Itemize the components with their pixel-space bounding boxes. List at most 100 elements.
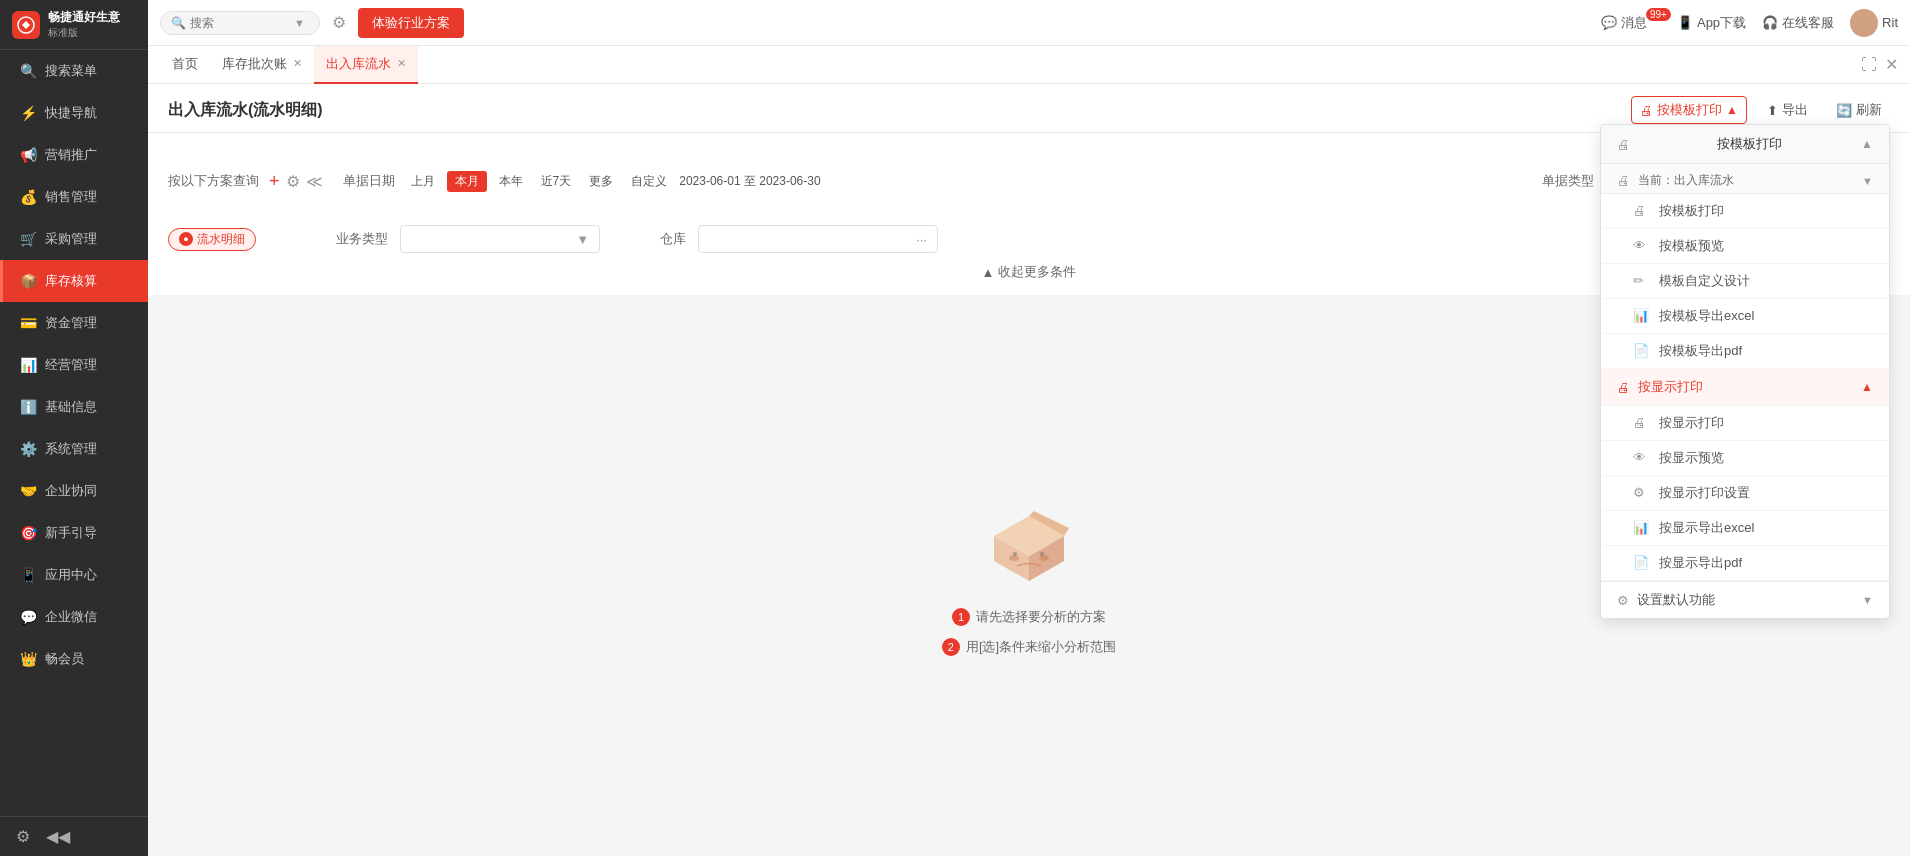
tab-inventory-batch[interactable]: 库存批次账 ✕ xyxy=(210,46,314,84)
svg-point-7 xyxy=(1013,552,1017,556)
refresh-button[interactable]: 🔄 刷新 xyxy=(1828,97,1890,123)
date-chip-7days[interactable]: 近7天 xyxy=(535,171,578,192)
app-download-button[interactable]: 📱 App下载 xyxy=(1677,14,1746,32)
dropdown-header: 🖨 按模板打印 ▲ xyxy=(1601,125,1889,164)
dropdown-template-custom[interactable]: ✏ 模板自定义设计 xyxy=(1601,264,1889,299)
template-excel-icon: 📊 xyxy=(1633,308,1649,324)
template-print-icon: 🖨 xyxy=(1633,203,1649,219)
add-filter-button[interactable]: + xyxy=(269,171,280,192)
warehouse-group: 仓库 ··· xyxy=(660,225,938,253)
sidebar-item-operations[interactable]: 📊 经营管理 xyxy=(0,344,148,386)
dropdown-template-export-excel[interactable]: 📊 按模板导出excel xyxy=(1601,299,1889,334)
page-title: 出入库流水(流水明细) xyxy=(168,100,323,121)
template-custom-icon: ✏ xyxy=(1633,273,1649,289)
message-icon: 💬 xyxy=(1601,15,1617,30)
page-actions: 🖨 按模板打印 ▲ ⬆ 导出 🔄 刷新 xyxy=(1631,96,1890,124)
tabs-bar: 首页 库存批次账 ✕ 出入库流水 ✕ ⛶ ✕ xyxy=(148,46,1910,84)
date-chip-this-year[interactable]: 本年 xyxy=(493,171,529,192)
collapse-sidebar-icon[interactable]: ◀◀ xyxy=(46,827,70,846)
warehouse-label: 仓库 xyxy=(660,230,686,248)
filter-collapse-icon[interactable]: ≪ xyxy=(306,172,323,191)
tab-home[interactable]: 首页 xyxy=(160,46,210,84)
tab-in-out-flow[interactable]: 出入库流水 ✕ xyxy=(314,46,418,84)
topbar-search-box[interactable]: 🔍 ▼ xyxy=(160,11,320,35)
svg-point-5 xyxy=(1009,555,1019,561)
sidebar-logo: 畅捷通好生意 标准版 xyxy=(0,0,148,50)
sidebar-item-purchase[interactable]: 🛒 采购管理 xyxy=(0,218,148,260)
maximize-icon[interactable]: ⛶ xyxy=(1861,56,1877,74)
sidebar-item-sales[interactable]: 💰 销售管理 xyxy=(0,176,148,218)
tab-inventory-batch-close-icon[interactable]: ✕ xyxy=(293,57,302,70)
warehouse-more-icon: ··· xyxy=(916,232,927,247)
display-section-chevron-icon: ▲ xyxy=(1861,380,1873,394)
tab-in-out-flow-close-icon[interactable]: ✕ xyxy=(397,57,406,70)
collapse-up-icon: ▲ xyxy=(982,265,995,280)
current-template-arrow: ▼ xyxy=(1862,175,1873,187)
dropdown-display-export-excel[interactable]: 📊 按显示导出excel xyxy=(1601,511,1889,546)
date-label: 单据日期 xyxy=(343,172,395,190)
sidebar-nav: 🔍 搜索菜单 ⚡ 快捷导航 📢 营销推广 💰 销售管理 🛒 采购管理 📦 库存核… xyxy=(0,50,148,816)
date-chip-more[interactable]: 更多 xyxy=(583,171,619,192)
svg-point-6 xyxy=(1039,555,1049,561)
business-type-chevron-icon: ▼ xyxy=(576,232,589,247)
sidebar-item-basic[interactable]: ℹ️ 基础信息 xyxy=(0,386,148,428)
dropdown-display-preview[interactable]: 👁 按显示预览 xyxy=(1601,441,1889,476)
filter-settings-icon[interactable]: ⚙ xyxy=(286,172,300,191)
topbar-gear-icon[interactable]: ⚙ xyxy=(332,13,346,32)
sidebar-bottom: ⚙ ◀◀ xyxy=(0,816,148,856)
sidebar-item-system[interactable]: ⚙️ 系统管理 xyxy=(0,428,148,470)
sidebar-item-wechat[interactable]: 💬 企业微信 xyxy=(0,596,148,638)
finance-icon: 💳 xyxy=(19,314,37,332)
tab-window-close-icon[interactable]: ✕ xyxy=(1885,55,1898,74)
headset-icon: 🎧 xyxy=(1762,15,1778,30)
current-template-label: 当前：出入库流水 xyxy=(1638,172,1734,189)
warehouse-select[interactable]: ··· xyxy=(698,225,938,253)
sidebar-item-marketing[interactable]: 📢 营销推广 xyxy=(0,134,148,176)
dropdown-display-export-pdf[interactable]: 📄 按显示导出pdf xyxy=(1601,546,1889,581)
sidebar-item-collab[interactable]: 🤝 企业协同 xyxy=(0,470,148,512)
collapse-more-button[interactable]: ▲ 收起更多条件 xyxy=(982,263,1077,281)
footer-arrow-icon: ▼ xyxy=(1862,594,1873,606)
export-button[interactable]: ⬆ 导出 xyxy=(1759,97,1816,123)
template-pdf-icon: 📄 xyxy=(1633,343,1649,359)
sidebar-item-quick-nav[interactable]: ⚡ 快捷导航 xyxy=(0,92,148,134)
sidebar-item-finance[interactable]: 💳 资金管理 xyxy=(0,302,148,344)
display-print-section-header[interactable]: 🖨 按显示打印 ▲ xyxy=(1601,369,1889,406)
filter-date-group: 单据日期 上月 本月 本年 近7天 更多 自定义 2023-06-01 至 20… xyxy=(343,171,821,192)
print-template-button[interactable]: 🖨 按模板打印 ▲ xyxy=(1631,96,1747,124)
avatar xyxy=(1850,9,1878,37)
topbar-search-input[interactable] xyxy=(190,16,290,30)
filter-active-tag[interactable]: ● 流水明细 xyxy=(168,228,256,251)
sidebar-item-search[interactable]: 🔍 搜索菜单 xyxy=(0,50,148,92)
empty-tip-1: 1 请先选择要分析的方案 xyxy=(952,608,1106,626)
settings-icon[interactable]: ⚙ xyxy=(16,827,30,846)
main-area: 🔍 ▼ ⚙ 体验行业方案 💬 消息 99+ 📱 App下载 🎧 在线客服 xyxy=(148,0,1910,856)
sidebar-item-guide[interactable]: 🎯 新手引导 xyxy=(0,512,148,554)
dropdown-template-print[interactable]: 🖨 按模板打印 xyxy=(1601,194,1889,229)
date-chip-this-month[interactable]: 本月 xyxy=(447,171,487,192)
app-download-icon: 📱 xyxy=(1677,15,1693,30)
message-button[interactable]: 💬 消息 99+ xyxy=(1601,14,1661,32)
date-chip-custom[interactable]: 自定义 xyxy=(625,171,673,192)
print-dropdown-panel: 🖨 按模板打印 ▲ 🖨 当前：出入库流水 ▼ 🖨 按模板打印 👁 按模板预览 xyxy=(1600,124,1890,619)
dropdown-display-settings[interactable]: ⚙ 按显示打印设置 xyxy=(1601,476,1889,511)
industry-solution-button[interactable]: 体验行业方案 xyxy=(358,8,464,38)
business-type-select[interactable]: ▼ xyxy=(400,225,600,253)
operations-icon: 📊 xyxy=(19,356,37,374)
dropdown-template-preview[interactable]: 👁 按模板预览 xyxy=(1601,229,1889,264)
sidebar-item-inventory[interactable]: 📦 库存核算 xyxy=(0,260,148,302)
sidebar-item-app[interactable]: 📱 应用中心 xyxy=(0,554,148,596)
sidebar-item-member[interactable]: 👑 畅会员 xyxy=(0,638,148,680)
topbar: 🔍 ▼ ⚙ 体验行业方案 💬 消息 99+ 📱 App下载 🎧 在线客服 xyxy=(148,0,1910,46)
online-service-button[interactable]: 🎧 在线客服 xyxy=(1762,14,1834,32)
dropdown-template-export-pdf[interactable]: 📄 按模板导出pdf xyxy=(1601,334,1889,369)
dropdown-chevron-up-icon[interactable]: ▲ xyxy=(1861,137,1873,151)
printer-header-icon: 🖨 xyxy=(1617,137,1630,152)
display-excel-icon: 📊 xyxy=(1633,520,1649,536)
date-chip-last-month[interactable]: 上月 xyxy=(405,171,441,192)
filter-label-group: 按以下方案查询 + ⚙ ≪ xyxy=(168,171,323,192)
dropdown-display-print[interactable]: 🖨 按显示打印 xyxy=(1601,406,1889,441)
system-icon: ⚙️ xyxy=(19,440,37,458)
user-avatar-button[interactable]: Rit xyxy=(1850,9,1898,37)
dropdown-footer-settings[interactable]: ⚙ 设置默认功能 ▼ xyxy=(1601,581,1889,618)
